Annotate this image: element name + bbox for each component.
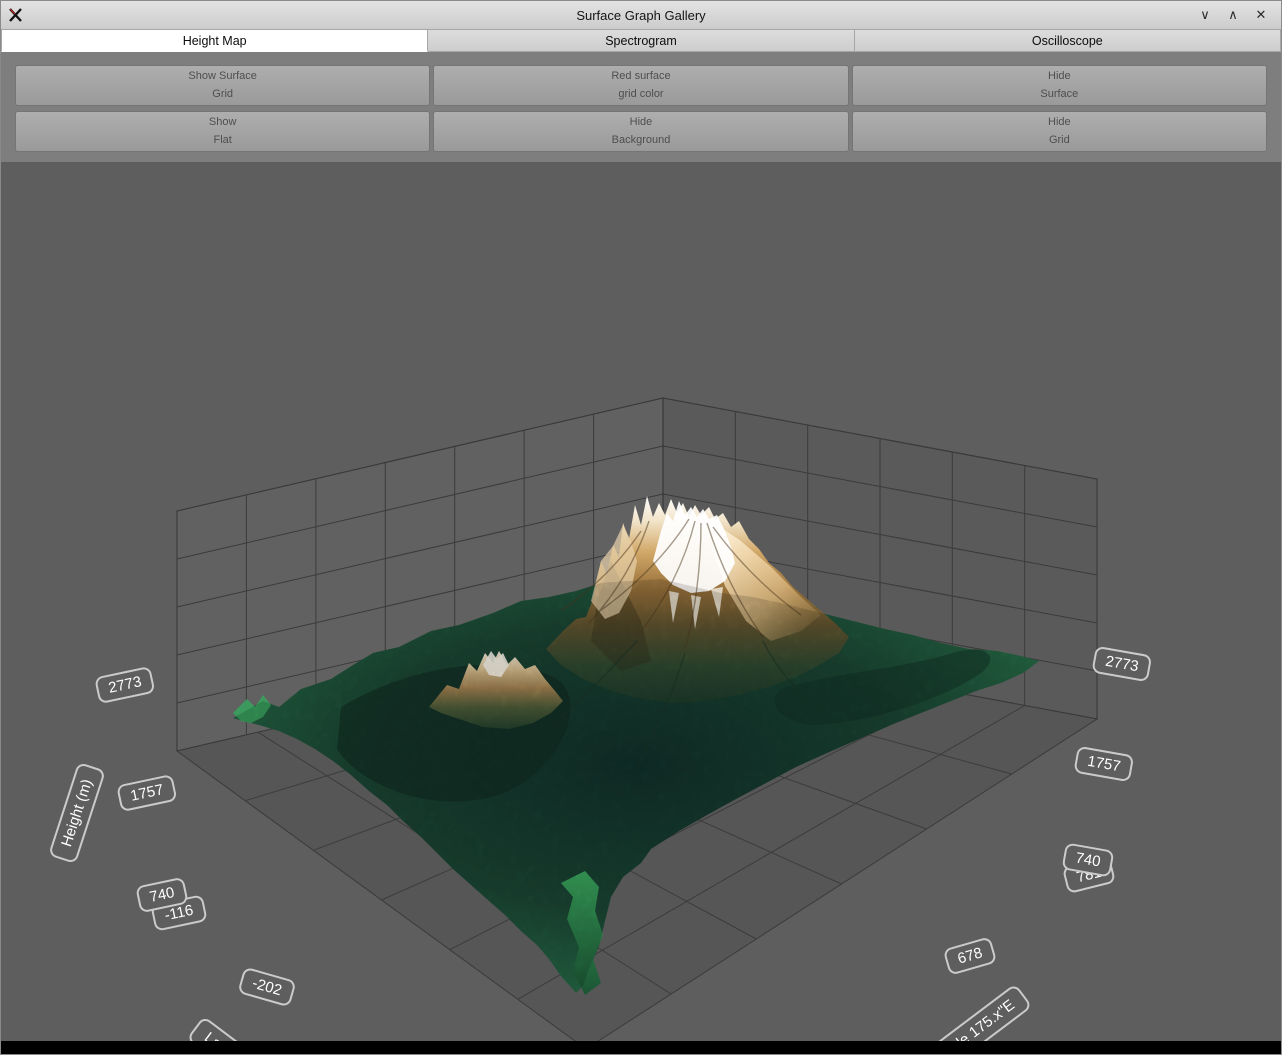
show-flat-button[interactable]: Show Flat [15,111,430,152]
button-grid: Show Surface Grid Red surface grid color… [15,65,1267,152]
hide-background-button[interactable]: Hide Background [433,111,848,152]
tab-oscilloscope[interactable]: Oscilloscope [855,29,1281,52]
show-surface-grid-button[interactable]: Show Surface Grid [15,65,430,106]
button-label: Hide [853,68,1266,85]
title-bar[interactable]: Surface Graph Gallery ∨ ∧ ✕ [1,1,1281,30]
tab-spectrogram[interactable]: Spectrogram [428,29,854,52]
button-label: Red surface [434,68,847,85]
toolbar: Show Surface Grid Red surface grid color… [1,52,1281,162]
button-label: Grid [853,132,1266,149]
surface-plot-view[interactable]: Height (m) 2773 1757 -116 740 2773 1757 … [1,162,1281,1054]
maximize-button[interactable]: ∧ [1225,7,1241,23]
tab-height-map[interactable]: Height Map [1,29,428,52]
surface-3d-scene [1,162,1282,1055]
button-label: grid color [434,86,847,103]
window-title: Surface Graph Gallery [1,8,1281,23]
close-button[interactable]: ✕ [1253,7,1269,23]
hide-surface-button[interactable]: Hide Surface [852,65,1267,106]
bottom-black-strip [1,1041,1281,1054]
button-label: Background [434,132,847,149]
button-label: Flat [16,132,429,149]
window-controls: ∨ ∧ ✕ [1197,7,1281,23]
hide-grid-button[interactable]: Hide Grid [852,111,1267,152]
button-label: Surface [853,86,1266,103]
app-icon [8,7,24,23]
button-label: Grid [16,86,429,103]
button-label: Show Surface [16,68,429,85]
tab-bar: Height Map Spectrogram Oscilloscope [1,29,1281,52]
red-surface-grid-color-button[interactable]: Red surface grid color [433,65,848,106]
button-label: Hide [434,114,847,131]
app-window: Surface Graph Gallery ∨ ∧ ✕ Height Map S… [0,0,1282,1055]
button-label: Show [16,114,429,131]
button-label: Hide [853,114,1266,131]
shade-button[interactable]: ∨ [1197,7,1213,23]
